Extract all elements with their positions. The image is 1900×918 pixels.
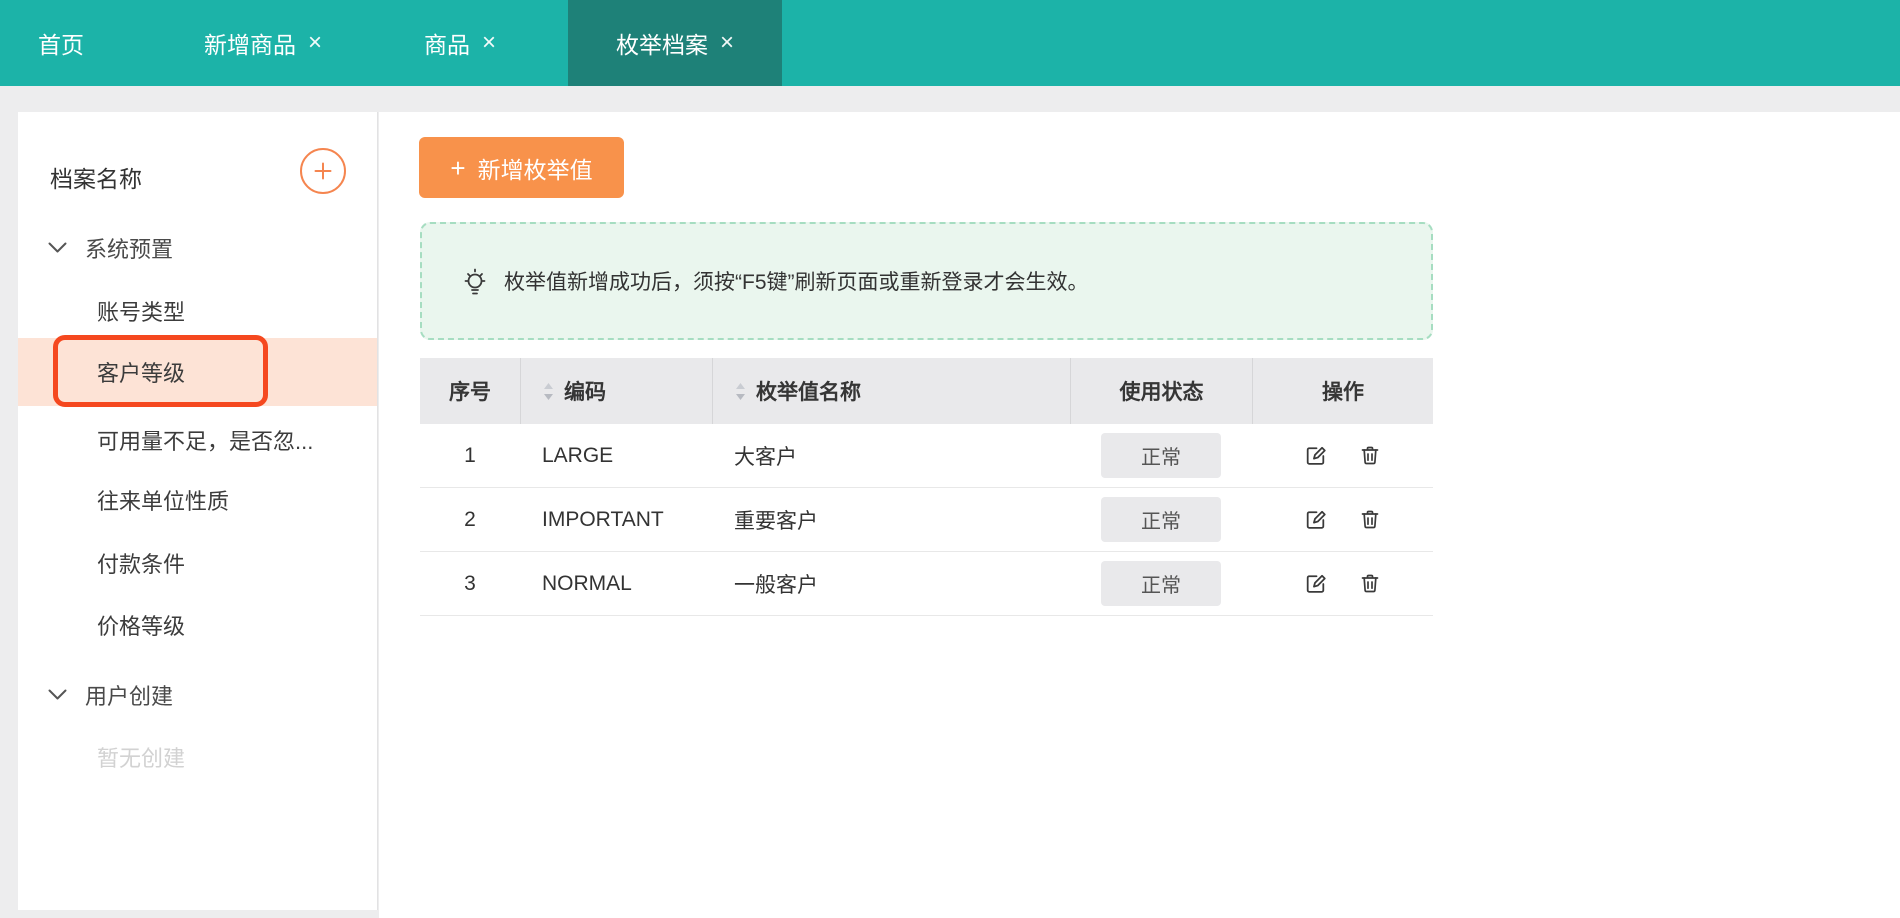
tab-enum-archive[interactable]: 枚举档案 ×	[568, 0, 783, 86]
app-window: 首页 新增商品 × 商品 × 枚举档案 × 档案名称 系统预置 账号类型 客户等…	[0, 0, 1900, 918]
cell-name: 大客户	[734, 445, 797, 469]
sidebar-item-none-created: 暂无创建	[18, 727, 377, 787]
col-header-name: 枚举值名称	[712, 358, 1070, 424]
table-row: 2 IMPORTANT 重要客户 正常	[420, 488, 1433, 552]
plus-icon	[314, 162, 332, 180]
edit-button[interactable]	[1303, 443, 1328, 468]
sidebar-item-availability-insufficient[interactable]: 可用量不足，是否忽...	[18, 410, 377, 470]
sidebar-item-customer-level[interactable]: 客户等级	[18, 335, 377, 407]
item-label: 暂无创建	[97, 746, 186, 771]
table-header-row: 序号 编码 枚举值名称 使用状态 操作	[420, 358, 1433, 424]
close-icon[interactable]: ×	[720, 31, 734, 55]
delete-button[interactable]	[1358, 507, 1382, 532]
cell-name: 重要客户	[734, 509, 818, 533]
delete-button[interactable]	[1358, 571, 1382, 596]
edit-icon	[1306, 446, 1326, 465]
lightbulb-icon	[464, 268, 486, 295]
status-badge: 正常	[1101, 497, 1221, 542]
item-label: 账号类型	[97, 300, 186, 325]
tab-new-product[interactable]: 新增商品 ×	[174, 0, 352, 86]
tab-product[interactable]: 商品 ×	[394, 0, 526, 86]
cell-code: IMPORTANT	[542, 507, 664, 531]
edit-button[interactable]	[1303, 507, 1328, 532]
tab-label: 首页	[38, 32, 84, 58]
item-label: 客户等级	[97, 361, 186, 386]
cell-seq: 3	[464, 571, 476, 595]
sort-icon[interactable]	[543, 382, 554, 400]
cell-seq: 1	[464, 443, 476, 467]
sidebar-group-system-preset[interactable]: 系统预置	[18, 218, 377, 278]
trash-icon	[1361, 510, 1379, 529]
notice-banner: 枚举值新增成功后，须按“F5键”刷新页面或重新登录才会生效。	[420, 222, 1433, 340]
sidebar-item-payment-terms[interactable]: 付款条件	[18, 533, 377, 593]
cell-status: 正常	[1070, 424, 1252, 487]
sidebar-item-account-type[interactable]: 账号类型	[18, 281, 377, 341]
close-icon[interactable]: ×	[482, 31, 496, 55]
cell-name: 一般客户	[734, 573, 818, 597]
col-header-seq: 序号	[449, 381, 491, 404]
tab-label: 新增商品	[204, 32, 296, 58]
sidebar-item-partner-nature[interactable]: 往来单位性质	[18, 470, 377, 530]
col-header-code: 编码	[520, 358, 712, 424]
sidebar-item-price-level[interactable]: 价格等级	[18, 595, 377, 655]
tab-label: 商品	[424, 32, 471, 58]
tab-bar: 首页 新增商品 × 商品 × 枚举档案 ×	[0, 0, 1900, 86]
enum-values-table: 序号 编码 枚举值名称 使用状态 操作 1 LARGE 大客户 正常 2 IMP…	[420, 358, 1433, 616]
sidebar-title: 档案名称	[50, 166, 142, 192]
add-enum-value-label: 新增枚举值	[477, 156, 593, 183]
cell-code: LARGE	[542, 443, 614, 467]
add-enum-value-button[interactable]: + 新增枚举值	[419, 137, 624, 198]
chevron-down-icon	[48, 689, 67, 700]
cell-seq: 2	[464, 507, 476, 531]
trash-icon	[1361, 574, 1379, 593]
edit-icon	[1306, 510, 1326, 529]
col-header-actions: 操作	[1252, 358, 1433, 424]
table-row: 1 LARGE 大客户 正常	[420, 424, 1433, 488]
item-label: 往来单位性质	[97, 489, 230, 514]
trash-icon	[1361, 446, 1379, 465]
cell-actions	[1252, 552, 1433, 615]
item-label: 付款条件	[97, 552, 186, 577]
chevron-down-icon	[48, 242, 67, 253]
delete-button[interactable]	[1358, 443, 1382, 468]
edit-icon	[1306, 574, 1326, 593]
sidebar-group-user-created[interactable]: 用户创建	[18, 665, 377, 725]
cell-actions	[1252, 424, 1433, 487]
close-icon[interactable]: ×	[308, 31, 322, 55]
tab-home[interactable]: 首页	[8, 0, 114, 86]
table-row: 3 NORMAL 一般客户 正常	[420, 552, 1433, 616]
cell-status: 正常	[1070, 488, 1252, 551]
notice-text: 枚举值新增成功后，须按“F5键”刷新页面或重新登录才会生效。	[504, 271, 1089, 294]
group-label: 系统预置	[85, 237, 174, 262]
cell-actions	[1252, 488, 1433, 551]
item-label: 可用量不足，是否忽...	[97, 429, 314, 454]
tab-label: 枚举档案	[616, 32, 709, 58]
sidebar: 档案名称 系统预置 账号类型 客户等级 可用量不足，是否忽... 往来单位性质 …	[18, 112, 378, 910]
group-label: 用户创建	[85, 684, 174, 709]
cell-status: 正常	[1070, 552, 1252, 615]
plus-icon: +	[450, 152, 466, 183]
item-label: 价格等级	[97, 614, 186, 639]
cell-code: NORMAL	[542, 571, 632, 595]
col-header-status: 使用状态	[1070, 358, 1252, 424]
content-panel: + 新增枚举值 枚举值新增成功后，须按“F5键”刷新页面或重新登录才会生效。 序…	[379, 112, 1900, 918]
status-badge: 正常	[1101, 433, 1221, 478]
add-archive-button[interactable]	[300, 148, 346, 194]
edit-button[interactable]	[1303, 571, 1328, 596]
status-badge: 正常	[1101, 561, 1221, 606]
sort-icon[interactable]	[735, 382, 746, 400]
